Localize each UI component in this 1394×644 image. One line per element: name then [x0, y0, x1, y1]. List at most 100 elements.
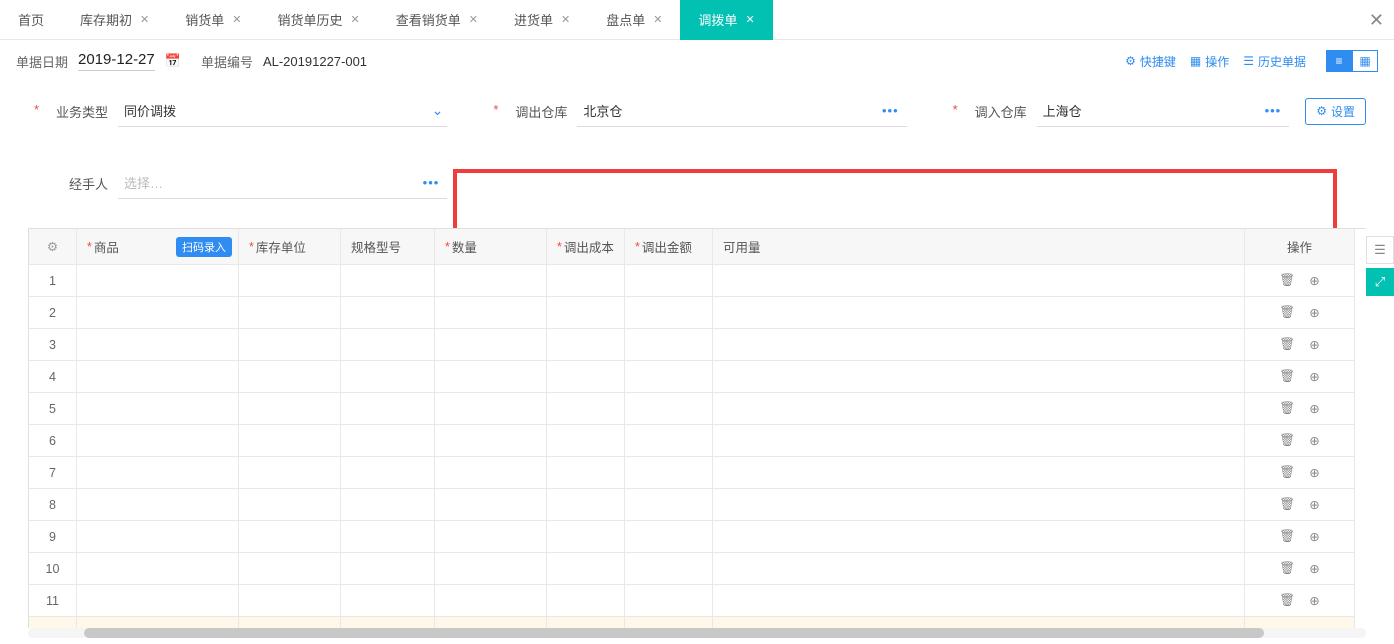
cell-out-amount[interactable] — [625, 585, 713, 617]
cell-qty[interactable] — [435, 553, 547, 585]
cell-unit[interactable] — [239, 585, 341, 617]
table-h-scrollbar[interactable] — [28, 628, 1366, 638]
cell-unit[interactable] — [239, 361, 341, 393]
cell-qty[interactable] — [435, 361, 547, 393]
cell-product[interactable] — [77, 425, 239, 457]
settings-button[interactable]: ⚙设置 — [1305, 98, 1366, 125]
close-all-icon[interactable]: ✕ — [1369, 0, 1384, 40]
cell-spec[interactable] — [341, 457, 435, 489]
cell-product[interactable] — [77, 585, 239, 617]
add-icon[interactable]: ⊕ — [1309, 273, 1319, 288]
cell-qty[interactable] — [435, 489, 547, 521]
cell-unit[interactable] — [239, 425, 341, 457]
more-icon[interactable]: ••• — [882, 103, 899, 118]
cell-product[interactable] — [77, 489, 239, 521]
cell-out-amount[interactable] — [625, 265, 713, 297]
cell-out-cost[interactable] — [547, 361, 625, 393]
cell-qty[interactable] — [435, 457, 547, 489]
cell-out-cost[interactable] — [547, 297, 625, 329]
cell-qty[interactable] — [435, 393, 547, 425]
cell-out-cost[interactable] — [547, 329, 625, 361]
delete-icon[interactable]: 🗑 — [1279, 369, 1295, 384]
close-icon[interactable]: ✕ — [745, 13, 754, 26]
cell-unit[interactable] — [239, 297, 341, 329]
cell-available[interactable] — [713, 361, 1245, 393]
cell-out-cost[interactable] — [547, 425, 625, 457]
cell-out-amount[interactable] — [625, 329, 713, 361]
cell-out-cost[interactable] — [547, 585, 625, 617]
cell-available[interactable] — [713, 329, 1245, 361]
history-link[interactable]: ☰历史单据 — [1243, 53, 1306, 70]
scrollbar-thumb[interactable] — [84, 628, 1264, 638]
add-icon[interactable]: ⊕ — [1309, 561, 1319, 576]
tab-view-sales[interactable]: 查看销货单✕ — [378, 0, 496, 40]
operate-link[interactable]: ▦操作 — [1190, 53, 1229, 70]
notes-tab[interactable]: ☰ — [1366, 236, 1394, 264]
cell-out-cost[interactable] — [547, 457, 625, 489]
cell-available[interactable] — [713, 265, 1245, 297]
cell-unit[interactable] — [239, 265, 341, 297]
cell-spec[interactable] — [341, 393, 435, 425]
cell-spec[interactable] — [341, 329, 435, 361]
cell-spec[interactable] — [341, 553, 435, 585]
delete-icon[interactable]: 🗑 — [1279, 433, 1295, 448]
close-icon[interactable]: ✕ — [561, 13, 570, 26]
cell-unit[interactable] — [239, 521, 341, 553]
expand-tab[interactable]: ⤢ — [1366, 268, 1394, 296]
cell-qty[interactable] — [435, 521, 547, 553]
tab-purchase[interactable]: 进货单✕ — [496, 0, 588, 40]
tab-sales-history[interactable]: 销货单历史✕ — [259, 0, 377, 40]
add-icon[interactable]: ⊕ — [1309, 465, 1319, 480]
delete-icon[interactable]: 🗑 — [1279, 497, 1295, 512]
cell-spec[interactable] — [341, 521, 435, 553]
cell-product[interactable] — [77, 329, 239, 361]
cell-out-cost[interactable] — [547, 265, 625, 297]
cell-available[interactable] — [713, 585, 1245, 617]
cell-available[interactable] — [713, 553, 1245, 585]
cell-out-amount[interactable] — [625, 521, 713, 553]
cell-product[interactable] — [77, 457, 239, 489]
add-icon[interactable]: ⊕ — [1309, 433, 1319, 448]
cell-unit[interactable] — [239, 329, 341, 361]
close-icon[interactable]: ✕ — [351, 13, 360, 26]
delete-icon[interactable]: 🗑 — [1279, 465, 1295, 480]
calendar-icon[interactable]: 📅 — [165, 53, 181, 69]
cell-qty[interactable] — [435, 265, 547, 297]
close-icon[interactable]: ✕ — [140, 13, 149, 26]
close-icon[interactable]: ✕ — [469, 13, 478, 26]
cell-out-cost[interactable] — [547, 489, 625, 521]
cell-product[interactable] — [77, 393, 239, 425]
cell-spec[interactable] — [341, 489, 435, 521]
delete-icon[interactable]: 🗑 — [1279, 561, 1295, 576]
add-icon[interactable]: ⊕ — [1309, 337, 1319, 352]
cell-qty[interactable] — [435, 329, 547, 361]
cell-out-cost[interactable] — [547, 553, 625, 585]
add-icon[interactable]: ⊕ — [1309, 305, 1319, 320]
cell-available[interactable] — [713, 393, 1245, 425]
add-icon[interactable]: ⊕ — [1309, 529, 1319, 544]
cell-product[interactable] — [77, 361, 239, 393]
delete-icon[interactable]: 🗑 — [1279, 401, 1295, 416]
close-icon[interactable]: ✕ — [232, 13, 241, 26]
scan-button[interactable]: 扫码录入 — [176, 237, 232, 257]
view-list-btn[interactable]: ≡ — [1326, 50, 1352, 72]
tab-sales-order[interactable]: 销货单✕ — [167, 0, 259, 40]
date-value[interactable]: 2019-12-27 — [78, 51, 155, 71]
cell-out-amount[interactable] — [625, 297, 713, 329]
cell-unit[interactable] — [239, 489, 341, 521]
handler-select[interactable]: 选择… ••• — [118, 167, 447, 199]
tab-stocktake[interactable]: 盘点单✕ — [588, 0, 680, 40]
in-warehouse-select[interactable]: 上海仓 ••• — [1037, 95, 1290, 127]
add-icon[interactable]: ⊕ — [1309, 369, 1319, 384]
cell-out-amount[interactable] — [625, 553, 713, 585]
cell-product[interactable] — [77, 521, 239, 553]
cell-out-cost[interactable] — [547, 521, 625, 553]
delete-icon[interactable]: 🗑 — [1279, 593, 1295, 608]
cell-spec[interactable] — [341, 361, 435, 393]
cell-qty[interactable] — [435, 585, 547, 617]
cell-qty[interactable] — [435, 425, 547, 457]
cell-out-amount[interactable] — [625, 457, 713, 489]
cell-spec[interactable] — [341, 297, 435, 329]
more-icon[interactable]: ••• — [1265, 103, 1282, 118]
cell-unit[interactable] — [239, 393, 341, 425]
